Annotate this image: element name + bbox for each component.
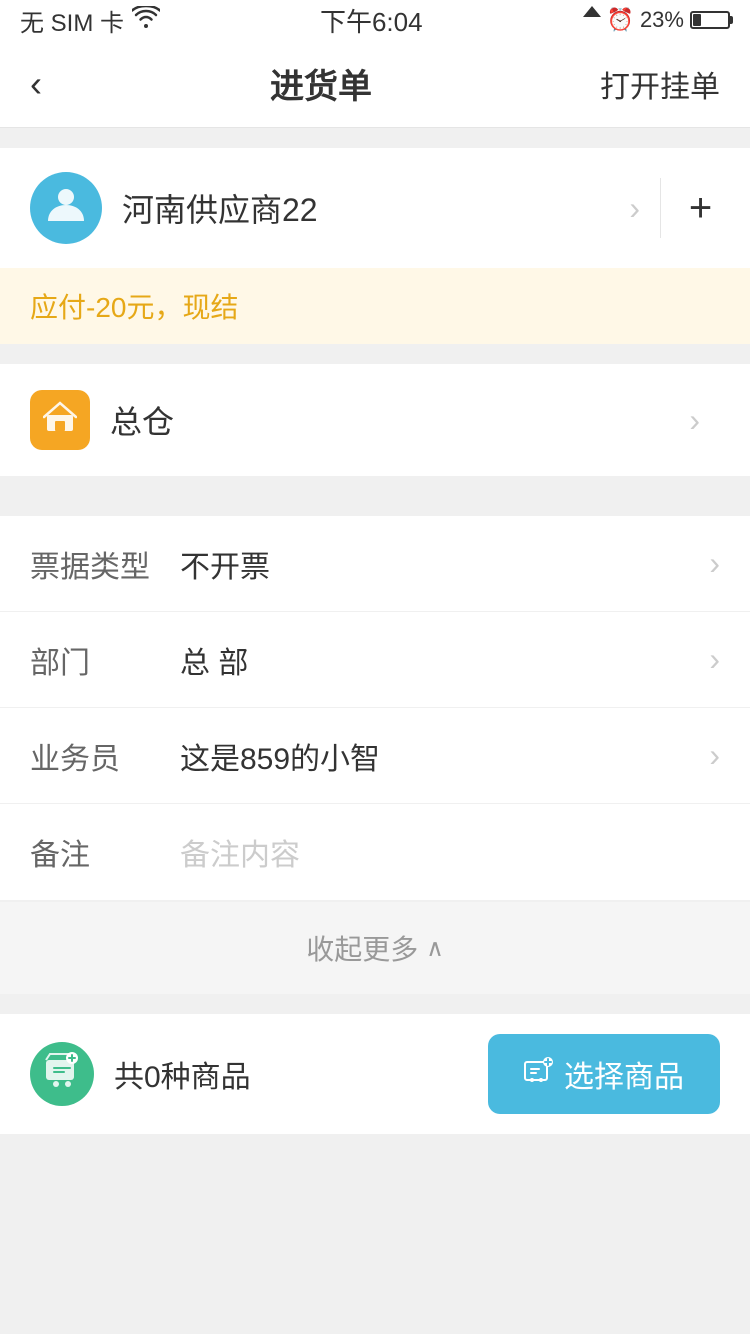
warehouse-row[interactable]: 总仓 ›	[0, 364, 750, 476]
form-row-remark[interactable]: 备注 备注内容	[0, 804, 750, 900]
warehouse-name: 总仓	[110, 397, 689, 443]
collapse-text: 收起更多 ∧	[306, 928, 444, 968]
notice-text: 应付-20元，现结	[30, 292, 238, 323]
status-right: ⏰ 23%	[583, 6, 730, 34]
cart-icon-wrap	[30, 1042, 94, 1106]
salesperson-value: 这是859的小智	[170, 734, 709, 778]
status-bar: 无 SIM 卡 下午6:04 ⏰ 23%	[0, 0, 750, 40]
product-count-text: 共0种商品	[114, 1052, 488, 1096]
open-pending-button[interactable]: 打开挂单	[600, 62, 720, 106]
battery-percent: 23%	[640, 7, 684, 33]
avatar	[30, 172, 102, 244]
status-time: 下午6:04	[320, 2, 423, 39]
page-title: 进货单	[270, 59, 372, 108]
warehouse-chevron-icon: ›	[689, 402, 700, 439]
supplier-chevron-icon: ›	[629, 190, 640, 227]
location-icon	[583, 6, 601, 34]
back-button[interactable]: ‹	[30, 63, 42, 105]
carrier-text: 无 SIM 卡	[20, 3, 124, 38]
collapse-label: 收起更多	[306, 928, 418, 968]
remark-placeholder[interactable]: 备注内容	[170, 830, 720, 874]
warehouse-icon	[43, 399, 77, 442]
wifi-icon	[132, 6, 160, 35]
invoice-value: 不开票	[170, 542, 709, 586]
nav-bar: ‹ 进货单 打开挂单	[0, 40, 750, 128]
department-value: 总 部	[170, 638, 709, 682]
invoice-chevron-icon: ›	[709, 545, 720, 582]
department-chevron-icon: ›	[709, 641, 720, 678]
form-row-invoice[interactable]: 票据类型 不开票 ›	[0, 516, 750, 612]
add-button[interactable]: +	[660, 178, 720, 238]
section-gap-2	[0, 476, 750, 496]
form-section: 票据类型 不开票 › 部门 总 部 › 业务员 这是859的小智 › 备注 备注…	[0, 516, 750, 900]
alarm-icon: ⏰	[607, 7, 634, 33]
avatar-icon	[46, 183, 86, 233]
invoice-label: 票据类型	[30, 542, 170, 586]
department-label: 部门	[30, 638, 170, 682]
collapse-row[interactable]: 收起更多 ∧	[0, 902, 750, 994]
form-row-department[interactable]: 部门 总 部 ›	[0, 612, 750, 708]
collapse-arrow-icon: ∧	[426, 934, 444, 963]
notice-banner: 应付-20元，现结	[0, 268, 750, 344]
warehouse-icon-wrap	[30, 390, 90, 450]
battery-icon	[690, 11, 730, 29]
select-product-button[interactable]: 选择商品	[488, 1034, 720, 1114]
salesperson-label: 业务员	[30, 734, 170, 778]
remark-label: 备注	[30, 830, 170, 874]
form-row-salesperson[interactable]: 业务员 这是859的小智 ›	[0, 708, 750, 804]
salesperson-chevron-icon: ›	[709, 737, 720, 774]
status-left: 无 SIM 卡	[20, 3, 160, 38]
supplier-card: 河南供应商22 › + 应付-20元，现结	[0, 148, 750, 344]
section-gap-1	[0, 128, 750, 148]
product-bar: 共0种商品 选择商品	[0, 1014, 750, 1134]
cart-icon	[44, 1052, 80, 1097]
select-product-label: 选择商品	[564, 1052, 684, 1096]
supplier-name: 河南供应商22	[122, 185, 629, 231]
supplier-row[interactable]: 河南供应商22 › +	[0, 148, 750, 268]
add-icon: +	[689, 186, 712, 231]
select-product-icon	[524, 1057, 554, 1092]
